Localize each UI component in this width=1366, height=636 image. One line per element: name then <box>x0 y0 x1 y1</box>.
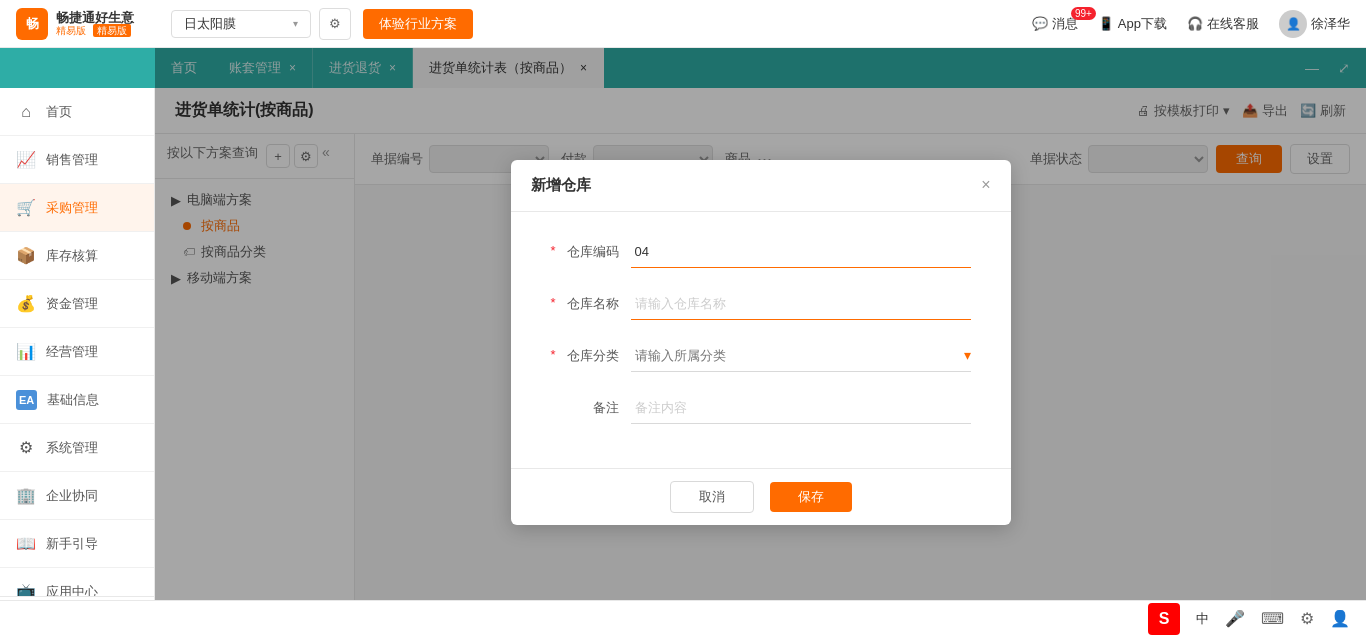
mic-icon[interactable]: 🎤 <box>1225 609 1245 628</box>
logo-title: 畅捷通好生意 <box>56 10 134 26</box>
sidebar-item-finance[interactable]: 💰 资金管理 <box>0 280 154 328</box>
modal-new-warehouse: 新增仓库 × 仓库编码 仓库名称 仓库分类 ▾ <box>511 160 1011 525</box>
sidebar-item-sales[interactable]: 📈 销售管理 <box>0 136 154 184</box>
user-name: 徐泽华 <box>1311 15 1350 33</box>
guide-icon: 📖 <box>16 534 36 554</box>
category-label: 仓库分类 <box>551 347 631 365</box>
name-label: 仓库名称 <box>551 295 631 313</box>
code-input[interactable] <box>631 236 971 268</box>
user-icon[interactable]: 👤 <box>1330 609 1350 628</box>
gear-button[interactable]: ⚙ <box>319 8 351 40</box>
sidebar: ⌂ 首页 📈 销售管理 🛒 采购管理 📦 库存核算 💰 资金管理 📊 经营管理 … <box>0 88 155 636</box>
keyboard-icon[interactable]: ⌨ <box>1261 609 1284 628</box>
phone-icon: 📱 <box>1098 16 1114 31</box>
purchase-icon: 🛒 <box>16 198 36 218</box>
user-item[interactable]: 👤 徐泽华 <box>1279 10 1350 38</box>
bottom-bar: S 中 🎤 ⌨ ⚙ 👤 <box>0 600 1366 636</box>
modal-close-button[interactable]: × <box>981 177 990 193</box>
sidebar-label-guide: 新手引导 <box>46 535 98 553</box>
sidebar-label-inventory: 库存核算 <box>46 247 98 265</box>
finance-icon: 💰 <box>16 294 36 314</box>
form-row-name: 仓库名称 <box>551 288 971 320</box>
sidebar-label-finance: 资金管理 <box>46 295 98 313</box>
store-name: 日太阳膜 <box>184 15 236 33</box>
save-button[interactable]: 保存 <box>770 482 852 512</box>
sidebar-item-enterprise[interactable]: 🏢 企业协同 <box>0 472 154 520</box>
inventory-icon: 📦 <box>16 246 36 266</box>
code-label: 仓库编码 <box>551 243 631 261</box>
cancel-button[interactable]: 取消 <box>670 481 754 513</box>
sidebar-label-operation: 经营管理 <box>46 343 98 361</box>
avatar: 👤 <box>1279 10 1307 38</box>
logo-area: 畅 畅捷通好生意 精易版 精易版 <box>16 8 171 40</box>
remark-label: 备注 <box>551 399 631 417</box>
top-header: 畅 畅捷通好生意 精易版 精易版 日太阳膜 ▾ ⚙ 体验行业方案 💬 消息 99… <box>0 0 1366 48</box>
sidebar-item-home[interactable]: ⌂ 首页 <box>0 88 154 136</box>
sidebar-label-home: 首页 <box>46 103 72 121</box>
modal-body: 仓库编码 仓库名称 仓库分类 ▾ 备注 <box>511 212 1011 468</box>
message-badge: 99+ <box>1071 7 1096 20</box>
s-logo: S <box>1148 603 1180 635</box>
sidebar-item-operation[interactable]: 📊 经营管理 <box>0 328 154 376</box>
message-icon: 💬 <box>1032 16 1048 31</box>
sidebar-label-purchase: 采购管理 <box>46 199 98 217</box>
sidebar-item-basic-info[interactable]: EA 基础信息 <box>0 376 154 424</box>
sidebar-label-basic-info: 基础信息 <box>47 391 99 409</box>
home-icon: ⌂ <box>16 102 36 122</box>
message-item[interactable]: 💬 消息 99+ <box>1032 15 1078 33</box>
settings-icon[interactable]: ⚙ <box>1300 609 1314 628</box>
header-right: 💬 消息 99+ 📱 App下载 🎧 在线客服 👤 徐泽华 <box>1032 10 1350 38</box>
sidebar-item-system[interactable]: ⚙ 系统管理 <box>0 424 154 472</box>
modal-overlay: 新增仓库 × 仓库编码 仓库名称 仓库分类 ▾ <box>155 48 1366 636</box>
remark-input[interactable] <box>631 392 971 424</box>
logo-badge: 精易版 <box>93 24 131 37</box>
chevron-down-icon: ▾ <box>293 18 298 29</box>
trial-button[interactable]: 体验行业方案 <box>363 9 473 39</box>
zhong-text: 中 <box>1196 610 1209 628</box>
sidebar-label-sales: 销售管理 <box>46 151 98 169</box>
store-selector[interactable]: 日太阳膜 ▾ <box>171 10 311 38</box>
form-row-remark: 备注 <box>551 392 971 424</box>
logo-text: 畅捷通好生意 精易版 精易版 <box>56 10 134 38</box>
basic-info-icon: EA <box>16 390 37 410</box>
category-select-wrapper: ▾ <box>631 340 971 372</box>
headset-icon: 🎧 <box>1187 16 1203 31</box>
logo-sub: 精易版 精易版 <box>56 25 134 37</box>
logo-icon: 畅 <box>16 8 48 40</box>
sidebar-item-guide[interactable]: 📖 新手引导 <box>0 520 154 568</box>
system-icon: ⚙ <box>16 438 36 458</box>
category-input[interactable] <box>631 348 964 363</box>
modal-header: 新增仓库 × <box>511 160 1011 212</box>
enterprise-icon: 🏢 <box>16 486 36 506</box>
sidebar-label-enterprise: 企业协同 <box>46 487 98 505</box>
modal-footer: 取消 保存 <box>511 468 1011 525</box>
app-download-item[interactable]: 📱 App下载 <box>1098 15 1167 33</box>
modal-title: 新增仓库 <box>531 176 591 195</box>
form-row-category: 仓库分类 ▾ <box>551 340 971 372</box>
service-label: 在线客服 <box>1207 15 1259 33</box>
sidebar-label-system: 系统管理 <box>46 439 98 457</box>
service-item[interactable]: 🎧 在线客服 <box>1187 15 1259 33</box>
category-dropdown-icon[interactable]: ▾ <box>964 347 971 363</box>
operation-icon: 📊 <box>16 342 36 362</box>
sidebar-item-inventory[interactable]: 📦 库存核算 <box>0 232 154 280</box>
app-label: App下载 <box>1118 15 1167 33</box>
sidebar-item-purchase[interactable]: 🛒 采购管理 <box>0 184 154 232</box>
sales-icon: 📈 <box>16 150 36 170</box>
form-row-code: 仓库编码 <box>551 236 971 268</box>
name-input[interactable] <box>631 288 971 320</box>
